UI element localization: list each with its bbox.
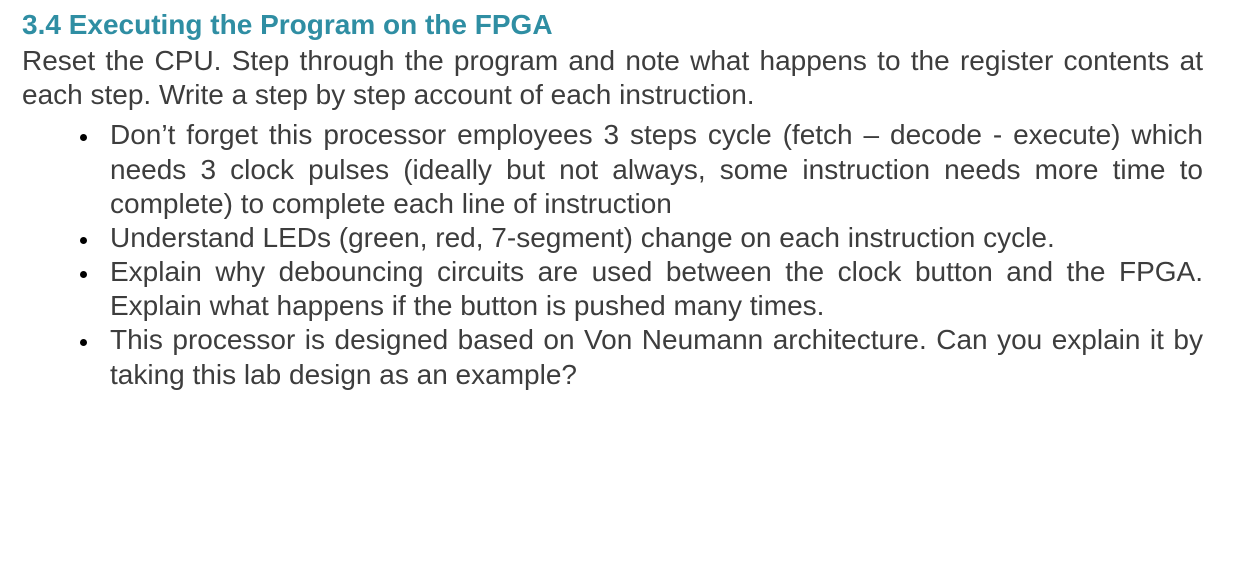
section-heading: 3.4 Executing the Program on the FPGA bbox=[22, 8, 1203, 42]
document-page: 3.4 Executing the Program on the FPGA Re… bbox=[0, 0, 1243, 400]
list-item: This processor is designed based on Von … bbox=[100, 323, 1203, 391]
intro-paragraph: Reset the CPU. Step through the program … bbox=[22, 44, 1203, 112]
list-item: Understand LEDs (green, red, 7-segment) … bbox=[100, 221, 1203, 255]
bullet-list: Don’t forget this processor employees 3 … bbox=[22, 118, 1203, 391]
list-item: Explain why debouncing circuits are used… bbox=[100, 255, 1203, 323]
list-item: Don’t forget this processor employees 3 … bbox=[100, 118, 1203, 220]
